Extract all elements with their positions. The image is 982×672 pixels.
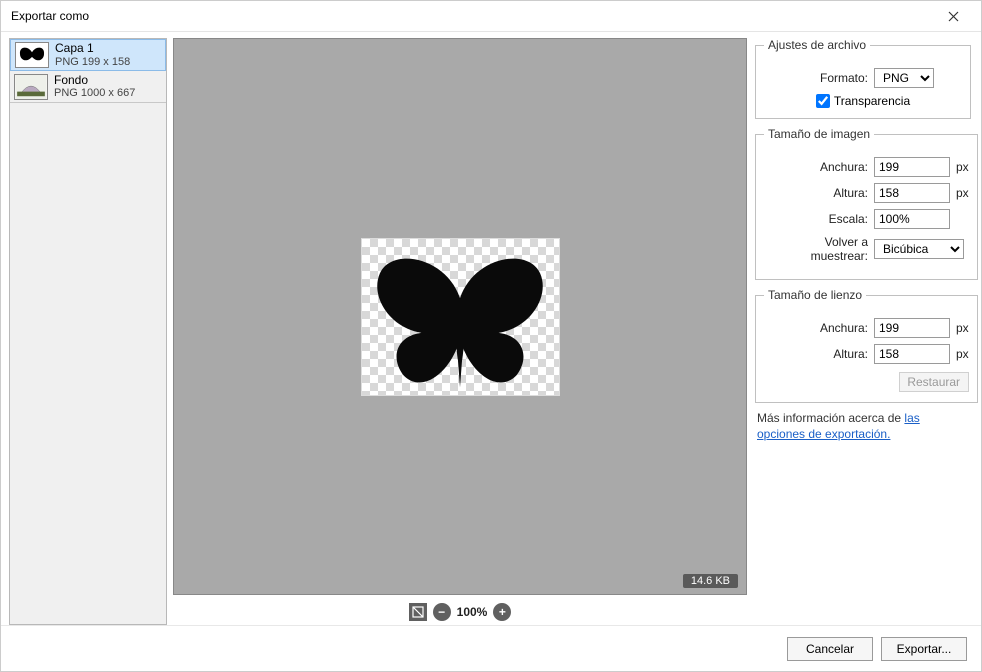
zoom-out-button[interactable]: −: [433, 603, 451, 621]
cancel-button[interactable]: Cancelar: [787, 637, 873, 661]
transparency-row: Transparencia: [764, 94, 962, 108]
layer-name: Capa 1: [55, 42, 130, 55]
layers-list: Capa 1 PNG 199 x 158 Fondo PNG 1000 x 66…: [9, 38, 167, 625]
img-height-input[interactable]: [874, 183, 950, 203]
info-prefix: Más información acerca de: [757, 411, 904, 425]
plus-icon: +: [499, 605, 506, 619]
layer-thumb: [14, 74, 48, 100]
dialog-footer: Cancelar Exportar...: [1, 625, 981, 671]
main-area: Capa 1 PNG 199 x 158 Fondo PNG 1000 x 66…: [1, 32, 981, 625]
export-button[interactable]: Exportar...: [881, 637, 967, 661]
zoom-toolbar: − 100% +: [173, 599, 747, 625]
preview-canvas: 14.6 KB: [173, 38, 747, 595]
settings-panel: Ajustes de archivo Formato: PNG Transpar…: [753, 38, 973, 625]
butterfly-image: [362, 238, 559, 396]
image-size-legend: Tamaño de imagen: [764, 127, 874, 141]
layer-text: Capa 1 PNG 199 x 158: [55, 42, 130, 67]
minus-icon: −: [438, 605, 445, 619]
fit-icon: [412, 606, 424, 618]
resample-select[interactable]: Bicúbica: [874, 239, 964, 259]
image-size-group: Tamaño de imagen Anchura: px Altura: px …: [755, 127, 978, 280]
window-title: Exportar como: [11, 9, 933, 23]
layer-text: Fondo PNG 1000 x 667: [54, 74, 135, 99]
zoom-value: 100%: [457, 605, 488, 619]
filesize-badge: 14.6 KB: [683, 574, 738, 588]
resample-label: Volver a muestrear:: [764, 235, 868, 263]
canvas-size-legend: Tamaño de lienzo: [764, 288, 866, 302]
img-width-label: Anchura:: [764, 160, 868, 174]
layer-meta: PNG 199 x 158: [55, 56, 130, 68]
layer-meta: PNG 1000 x 667: [54, 87, 135, 99]
info-text: Más información acerca de las opciones d…: [755, 411, 971, 442]
format-label: Formato:: [764, 71, 868, 85]
preview-column: 14.6 KB − 100% +: [173, 38, 747, 625]
close-icon: [948, 11, 959, 22]
unit-px: px: [956, 160, 969, 174]
transparency-checkbox[interactable]: [816, 94, 830, 108]
unit-px: px: [956, 347, 969, 361]
transparency-label: Transparencia: [834, 94, 910, 108]
file-settings-group: Ajustes de archivo Formato: PNG Transpar…: [755, 38, 971, 119]
file-settings-legend: Ajustes de archivo: [764, 38, 870, 52]
img-scale-input[interactable]: [874, 209, 950, 229]
img-width-input[interactable]: [874, 157, 950, 177]
canvas-width-input[interactable]: [874, 318, 950, 338]
titlebar: Exportar como: [1, 1, 981, 31]
canvas-height-input[interactable]: [874, 344, 950, 364]
layer-item-capa1[interactable]: Capa 1 PNG 199 x 158: [10, 39, 166, 71]
unit-px: px: [956, 321, 969, 335]
restore-button[interactable]: Restaurar: [899, 372, 969, 392]
format-select[interactable]: PNG: [874, 68, 934, 88]
preview-checkerboard: [361, 238, 560, 396]
img-scale-label: Escala:: [764, 212, 868, 226]
layer-name: Fondo: [54, 74, 135, 87]
zoom-fit-button[interactable]: [409, 603, 427, 621]
img-height-label: Altura:: [764, 186, 868, 200]
canvas-size-group: Tamaño de lienzo Anchura: px Altura: px …: [755, 288, 978, 403]
layer-item-fondo[interactable]: Fondo PNG 1000 x 667: [10, 71, 166, 103]
layer-thumb: [15, 42, 49, 68]
canvas-width-label: Anchura:: [764, 321, 868, 335]
zoom-in-button[interactable]: +: [493, 603, 511, 621]
close-button[interactable]: [933, 3, 973, 29]
unit-px: px: [956, 186, 969, 200]
format-row: Formato: PNG: [764, 68, 962, 88]
canvas-height-label: Altura:: [764, 347, 868, 361]
